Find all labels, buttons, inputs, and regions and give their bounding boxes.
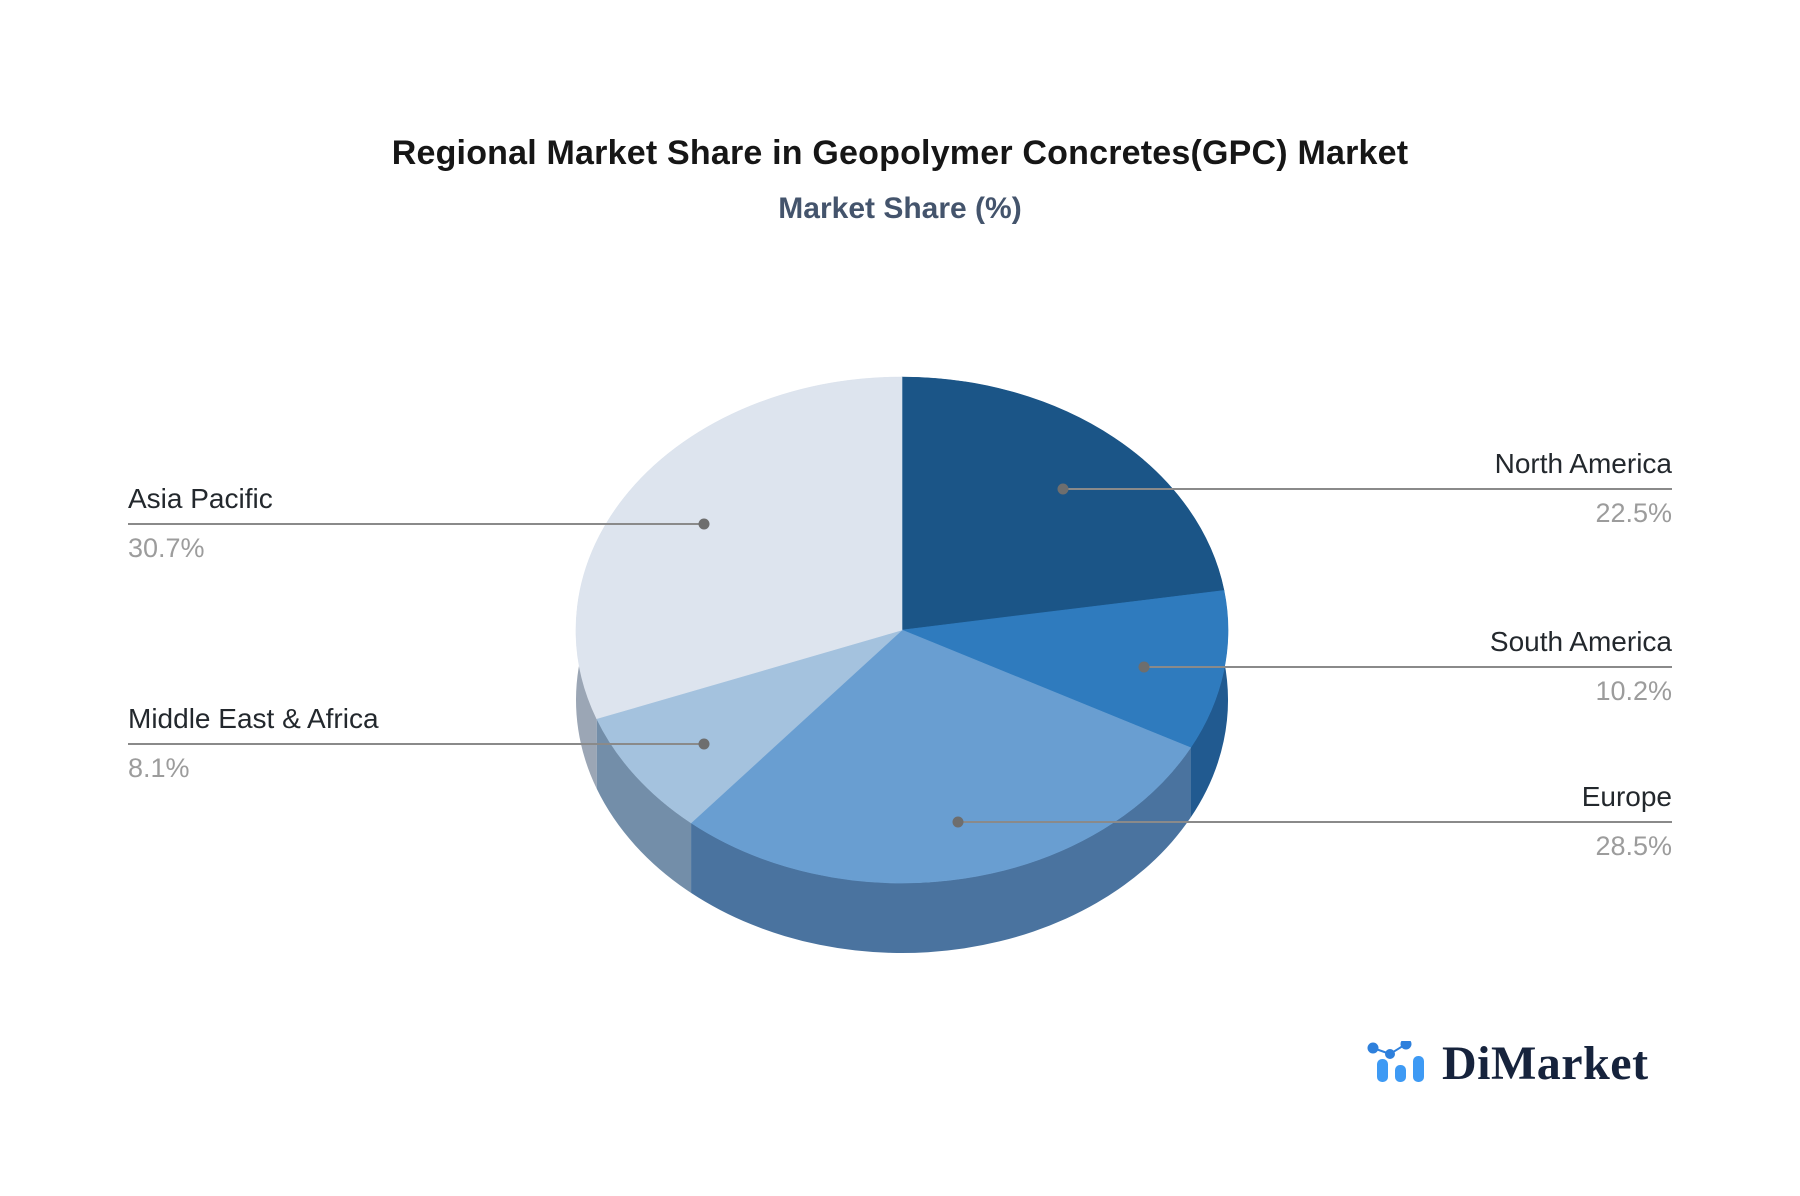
slice-label-name: South America [1490, 623, 1672, 661]
leader-dot-3 [699, 739, 710, 750]
slice-label-name: Asia Pacific [128, 480, 273, 518]
pie-slice-0 [902, 377, 1224, 630]
dimarket-logo-icon [1366, 1041, 1428, 1085]
pie-chart [0, 0, 1800, 1196]
leader-dot-1 [1139, 662, 1150, 673]
leader-dot-0 [1058, 484, 1069, 495]
leader-dot-4 [699, 519, 710, 530]
chart-figure: Regional Market Share in Geopolymer Conc… [0, 0, 1800, 1196]
leader-dot-2 [953, 817, 964, 828]
slice-label-percent: 10.2% [1595, 672, 1672, 710]
logo: DiMarket [1366, 1040, 1649, 1088]
slice-label-name: Middle East & Africa [128, 700, 379, 738]
slice-label-name: North America [1495, 445, 1672, 483]
slice-label-percent: 22.5% [1595, 494, 1672, 532]
slice-label-percent: 28.5% [1595, 827, 1672, 865]
slice-label-percent: 8.1% [128, 749, 190, 787]
slice-label-name: Europe [1582, 778, 1672, 816]
logo-text: DiMarket [1442, 1040, 1649, 1088]
slice-label-percent: 30.7% [128, 529, 205, 567]
